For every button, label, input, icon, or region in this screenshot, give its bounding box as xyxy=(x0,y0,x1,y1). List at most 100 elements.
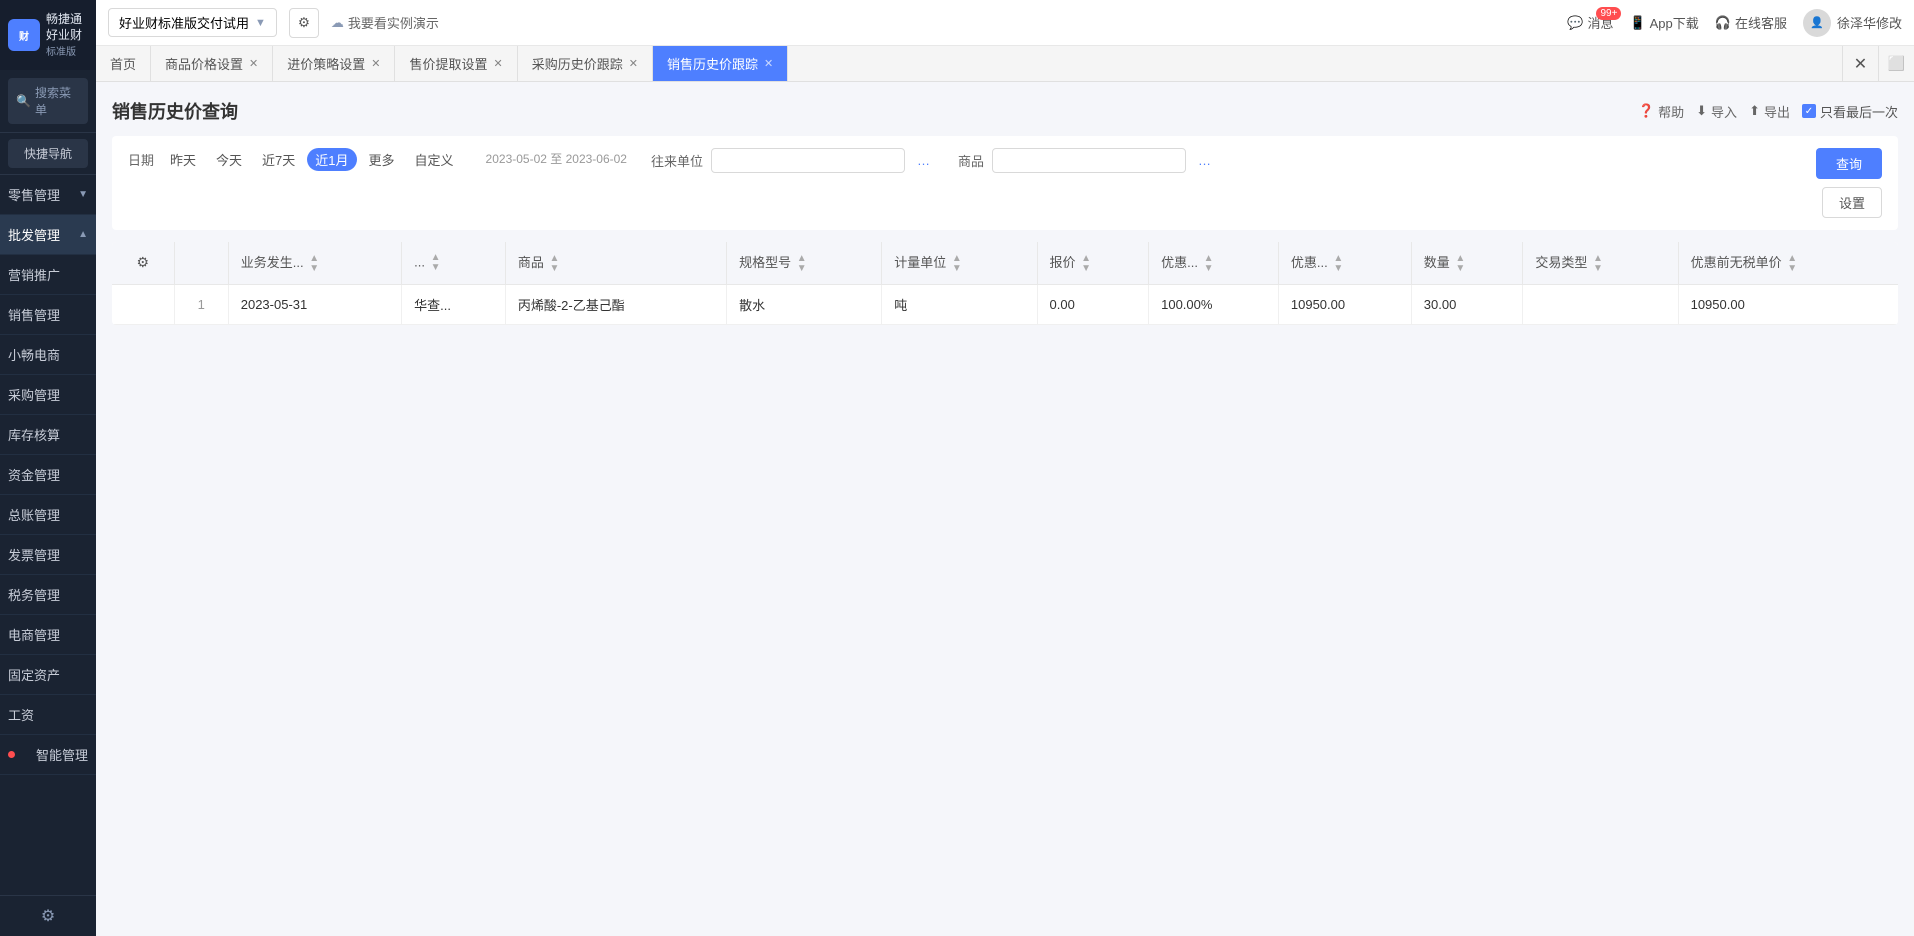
avatar: 👤 xyxy=(1803,9,1831,37)
row-qty-cell: 30.00 xyxy=(1411,284,1523,324)
sidebar-item-label: 采购管理 xyxy=(8,385,60,404)
sidebar-item-wholesale[interactable]: 批发管理 ▲ xyxy=(0,215,96,255)
row-gear-cell xyxy=(112,284,174,324)
sidebar-item-finance[interactable]: 资金管理 xyxy=(0,455,96,495)
th-pretax-price[interactable]: 优惠前无税单价 ▲▼ xyxy=(1678,242,1898,284)
sidebar-menu: 零售管理 ▼ 批发管理 ▲ 营销推广 销售管理 小畅电商 采购管理 库存核算 资… xyxy=(0,175,96,895)
app-download-button[interactable]: 📱 App下载 xyxy=(1629,13,1698,32)
row-date-cell: 2023-05-31 xyxy=(228,284,401,324)
th-unit[interactable]: 计量单位 ▲▼ xyxy=(882,242,1037,284)
th-spec[interactable]: 规格型号 ▲▼ xyxy=(727,242,882,284)
tabbar: 首页 商品价格设置 ✕ 进价策略设置 ✕ 售价提取设置 ✕ 采购历史价跟踪 ✕ … xyxy=(96,46,1914,82)
date-yesterday-btn[interactable]: 昨天 xyxy=(162,148,204,171)
date-last1m-btn[interactable]: 近1月 xyxy=(307,148,356,171)
help-button[interactable]: ❓ 帮助 xyxy=(1638,102,1684,121)
date-today-btn[interactable]: 今天 xyxy=(208,148,250,171)
tab-sale-extract[interactable]: 售价提取设置 ✕ xyxy=(395,46,517,82)
online-service-button[interactable]: 🎧 在线客服 xyxy=(1715,13,1787,32)
close-icon[interactable]: ✕ xyxy=(494,57,503,70)
data-table: ⚙ 业务发生... ▲▼ ... ▲▼ 商品 ▲▼ xyxy=(112,242,1898,325)
only-last-checkbox[interactable]: ✓ 只看最后一次 xyxy=(1802,102,1898,121)
page-title: 销售历史价查询 xyxy=(112,98,238,124)
th-date[interactable]: 业务发生... ▲▼ xyxy=(228,242,401,284)
chevron-down-icon: ▼ xyxy=(255,17,266,29)
page-actions: ❓ 帮助 ⬇ 导入 ⬆ 导出 ✓ 只看最后一次 xyxy=(1638,102,1898,121)
close-icon[interactable]: ✕ xyxy=(764,57,773,70)
phone-icon: 📱 xyxy=(1629,15,1645,31)
user-menu-button[interactable]: 👤 徐泽华修改 xyxy=(1803,9,1902,37)
sidebar-item-label: 固定资产 xyxy=(8,665,60,684)
row-discount2-cell: 10950.00 xyxy=(1278,284,1411,324)
th-discount2[interactable]: 优惠... ▲▼ xyxy=(1278,242,1411,284)
sidebar-item-sales[interactable]: 销售管理 xyxy=(0,295,96,335)
source-input[interactable] xyxy=(711,148,905,173)
column-settings-button[interactable]: ⚙ xyxy=(137,254,150,271)
sidebar-item-payroll[interactable]: 工资 xyxy=(0,695,96,735)
sidebar-item-ecommerce-small[interactable]: 小畅电商 xyxy=(0,335,96,375)
sidebar-item-label: 资金管理 xyxy=(8,465,60,484)
checkbox-checked-icon: ✓ xyxy=(1802,104,1816,118)
topbar: 好业财标准版交付试用 ▼ ⚙ ☁ 我要看实例演示 💬 消息 99+ 📱 App下… xyxy=(96,0,1914,46)
tab-purchase-history[interactable]: 采购历史价跟踪 ✕ xyxy=(518,46,653,82)
product-input[interactable] xyxy=(992,148,1186,173)
sidebar-item-purchase[interactable]: 采购管理 xyxy=(0,375,96,415)
sort-icon: ▲▼ xyxy=(1333,254,1343,274)
demo-link[interactable]: ☁ 我要看实例演示 xyxy=(331,13,439,32)
date-filter-group: 日期 昨天 今天 近7天 近1月 更多 自定义 xyxy=(128,148,462,171)
date-custom-btn[interactable]: 自定义 xyxy=(407,148,462,171)
product-ellipsis-btn[interactable]: … xyxy=(1194,153,1215,168)
sidebar-search-section: 🔍 搜索菜单 xyxy=(0,70,96,133)
product-filter-label: 商品 xyxy=(958,151,984,170)
table-header-row: ⚙ 业务发生... ▲▼ ... ▲▼ 商品 ▲▼ xyxy=(112,242,1898,284)
sidebar-item-assets[interactable]: 固定资产 xyxy=(0,655,96,695)
search-menu-button[interactable]: 🔍 搜索菜单 xyxy=(8,78,88,124)
tab-maximize-button[interactable]: ⬜ xyxy=(1878,46,1914,82)
tab-price-settings[interactable]: 商品价格设置 ✕ xyxy=(151,46,273,82)
date-more-btn[interactable]: 更多 xyxy=(361,148,403,171)
export-button[interactable]: ⬆ 导出 xyxy=(1749,102,1790,121)
close-icon[interactable]: ✕ xyxy=(249,57,258,70)
tab-label: 商品价格设置 xyxy=(165,54,243,73)
message-icon: 💬 xyxy=(1567,15,1583,31)
query-button[interactable]: 查询 xyxy=(1816,148,1882,179)
tab-label: 售价提取设置 xyxy=(409,54,487,73)
sidebar-item-smart[interactable]: 智能管理 xyxy=(0,735,96,775)
chevron-up-icon: ▲ xyxy=(78,229,88,240)
tab-home[interactable]: 首页 xyxy=(96,46,151,82)
tab-sales-history[interactable]: 销售历史价跟踪 ✕ xyxy=(653,46,788,82)
sidebar-item-marketing[interactable]: 营销推广 xyxy=(0,255,96,295)
topbar-gear-button[interactable]: ⚙ xyxy=(289,8,319,38)
sidebar-item-ecommerce[interactable]: 电商管理 xyxy=(0,615,96,655)
th-trans-type[interactable]: 交易类型 ▲▼ xyxy=(1523,242,1678,284)
filter-settings-button[interactable]: 设置 xyxy=(1822,187,1882,218)
sidebar-item-invoice[interactable]: 发票管理 xyxy=(0,535,96,575)
message-button[interactable]: 💬 消息 99+ xyxy=(1567,13,1613,32)
th-product[interactable]: 商品 ▲▼ xyxy=(505,242,726,284)
sidebar-logo: 财 畅捷通好业财 标准版 xyxy=(0,0,96,70)
sidebar-item-ledger[interactable]: 总账管理 xyxy=(0,495,96,535)
edition-selector[interactable]: 好业财标准版交付试用 ▼ xyxy=(108,8,277,37)
close-icon[interactable]: ✕ xyxy=(371,57,380,70)
import-button[interactable]: ⬇ 导入 xyxy=(1696,102,1737,121)
sidebar-item-tax[interactable]: 税务管理 xyxy=(0,575,96,615)
sort-icon: ▲▼ xyxy=(1081,254,1091,274)
th-num xyxy=(174,242,228,284)
tab-close-button[interactable]: ✕ xyxy=(1842,46,1878,82)
settings-button[interactable]: ⚙ xyxy=(41,906,55,926)
sidebar-item-inventory[interactable]: 库存核算 xyxy=(0,415,96,455)
th-discount1[interactable]: 优惠... ▲▼ xyxy=(1149,242,1279,284)
close-icon[interactable]: ✕ xyxy=(629,57,638,70)
th-extra[interactable]: ... ▲▼ xyxy=(402,242,506,284)
date-last7-btn[interactable]: 近7天 xyxy=(254,148,303,171)
sidebar-item-label: 税务管理 xyxy=(8,585,60,604)
sidebar-item-label: 智能管理 xyxy=(36,745,88,764)
th-price[interactable]: 报价 ▲▼ xyxy=(1037,242,1149,284)
sidebar-item-retail[interactable]: 零售管理 ▼ xyxy=(0,175,96,215)
quick-nav-button[interactable]: 快捷导航 xyxy=(8,139,88,168)
sidebar-item-label: 营销推广 xyxy=(8,265,60,284)
row-trans-type-cell xyxy=(1523,284,1678,324)
tab-purchase-strategy[interactable]: 进价策略设置 ✕ xyxy=(273,46,395,82)
th-qty[interactable]: 数量 ▲▼ xyxy=(1411,242,1523,284)
sort-icon: ▲▼ xyxy=(309,254,319,274)
source-ellipsis-btn[interactable]: … xyxy=(913,153,934,168)
